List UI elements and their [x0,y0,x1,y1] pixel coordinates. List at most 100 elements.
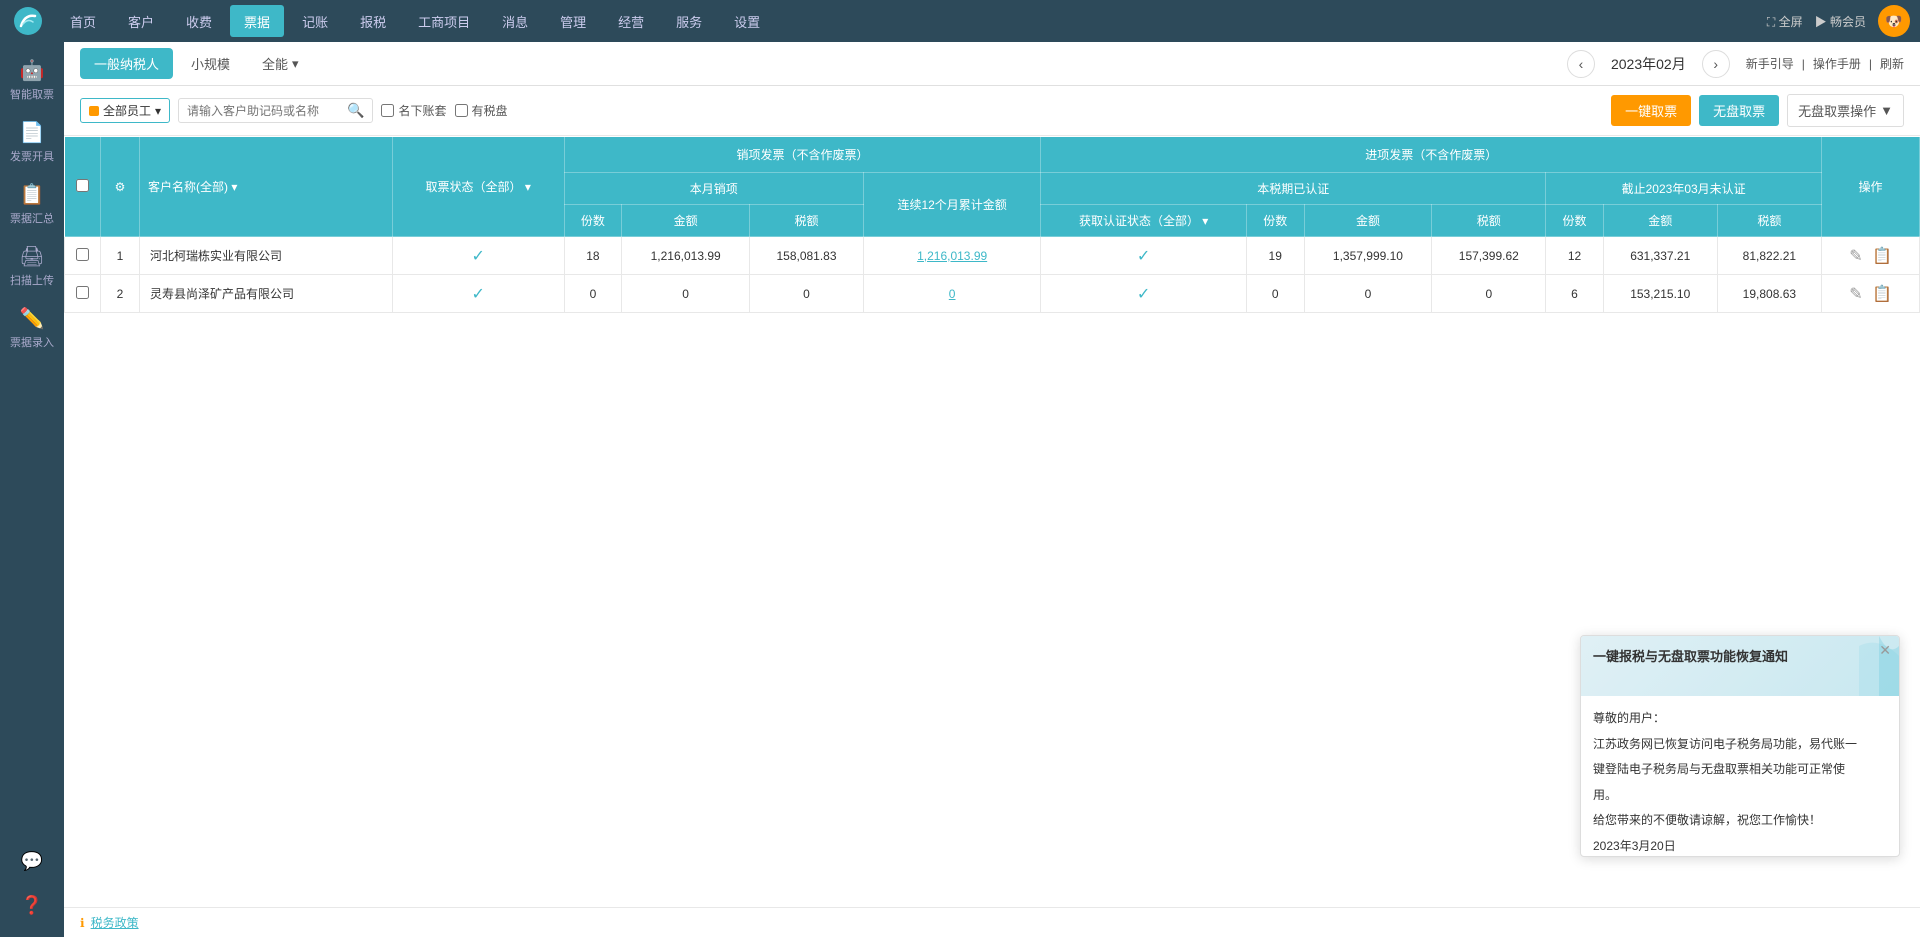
notification-close-btn[interactable]: ✕ [1879,642,1891,659]
row-unconfirm-count-0: 12 [1546,237,1604,275]
row-purchase-tax-1: 0 [1432,275,1546,313]
tax-policy-link[interactable]: 税务政策 [91,914,139,931]
row-checkbox-1[interactable] [65,275,101,313]
table-row: 2 灵寿县尚泽矿产品有限公司 ✓ 0 0 0 0 ✓ 0 0 0 6 153,2… [65,275,1920,313]
manual-btn[interactable]: 操作手册 [1813,55,1861,72]
status-info-icon: ℹ [80,916,85,930]
all-ability-dropdown-icon: ▾ [292,56,299,72]
view-icon-0[interactable]: 📋 [1872,248,1892,265]
nav-message[interactable]: 消息 [488,5,542,37]
notification-header: ✕ 一键报税与无盘取票功能恢复通知 [1581,636,1899,696]
row-num-0: 1 [101,237,140,275]
th-unconfirm-tax: 税额 [1717,205,1821,237]
th-purchase-amount: 金额 [1304,205,1432,237]
member-btn[interactable]: ▶ 畅会员 [1815,13,1866,30]
cancel-filter-icon[interactable]: ▾ [525,180,531,194]
scan-upload-icon: 🖨 [8,244,56,269]
refresh-btn[interactable]: 刷新 [1880,55,1904,72]
sidebar-item-ticket-entry[interactable]: ✏️ 票据录入 [4,298,60,358]
ticket-entry-icon: ✏️ [8,306,56,331]
sidebar-item-smart-ticket[interactable]: 🤖 智能取票 [4,50,60,110]
row-confirm-status-0: ✓ [1041,237,1247,275]
nav-tax[interactable]: 报税 [346,5,400,37]
search-icon[interactable]: 🔍 [347,102,364,119]
user-avatar[interactable]: 🐶 [1878,5,1910,37]
row-sales-amount-1: 0 [622,275,750,313]
row-sales-count-0: 18 [564,237,622,275]
confirm-filter-icon[interactable]: ▾ [1202,214,1208,228]
th-period-confirm: 本税期已认证 [1041,173,1546,205]
nav-ticket[interactable]: 票据 [230,5,284,37]
tab-small-scale[interactable]: 小规模 [177,48,244,79]
sidebar-item-ticket-summary[interactable]: 📋 票据汇总 [4,174,60,234]
notification-popup: ✕ 一键报税与无盘取票功能恢复通知 尊敬的用户： 江苏政务网已恢复访问电子税务局… [1580,635,1900,857]
customer-filter-icon[interactable]: ▾ [231,180,237,194]
nav-customer[interactable]: 客户 [114,5,168,37]
sidebar-help-btn[interactable]: ❓ [12,885,52,925]
row-checkbox-0[interactable] [65,237,101,275]
row-sales-amount-0: 1,216,013.99 [622,237,750,275]
sidebar-chat-btn[interactable]: 💬 [12,841,52,881]
notification-body: 尊敬的用户： 江苏政务网已恢复访问电子税务局功能，易代账一键登陆电子税务局与无盘… [1581,696,1899,856]
nav-home[interactable]: 首页 [56,5,110,37]
row-cancel-status-0: ✓ [392,237,564,275]
th-customer: 客户名称(全部) ▾ [139,137,392,237]
customer-search-input[interactable] [187,104,347,118]
tab-general-taxpayer[interactable]: 一般纳税人 [80,48,173,79]
ticket-summary-icon: 📋 [8,182,56,207]
period-next-btn[interactable]: › [1702,50,1730,78]
sidebar-item-scan-upload[interactable]: 🖨 扫描上传 [4,236,60,296]
has-tax-disk-check[interactable] [455,104,468,117]
row-actions-0: ✎ 📋 [1822,237,1920,275]
under-account-check[interactable] [381,104,394,117]
row-actions-1: ✎ 📋 [1822,275,1920,313]
dropdown-arrow-icon: ▼ [1880,103,1893,118]
wupan-ticket-btn[interactable]: 无盘取票 [1699,95,1779,126]
row-confirm-status-1: ✓ [1041,275,1247,313]
th-unconfirm-amount: 金额 [1603,205,1717,237]
fullscreen-btn[interactable]: ⛶ 全屏 [1767,13,1803,30]
row-num-1: 2 [101,275,140,313]
sidebar-item-invoice-create[interactable]: 📄 发票开具 [4,112,60,172]
row-purchase-count-1: 0 [1246,275,1304,313]
table-row: 1 河北柯瑞栋实业有限公司 ✓ 18 1,216,013.99 158,081.… [65,237,1920,275]
wupan-ops-btn[interactable]: 无盘取票操作 ▼ [1787,94,1904,127]
yijian-ticket-btn[interactable]: 一键取票 [1611,95,1691,126]
main-table: ⚙ 客户名称(全部) ▾ 取票状态（全部） ▾ 销项发票（不含作废票） 进项发票… [64,136,1920,313]
th-group-sales: 销项发票（不含作废票） [564,137,1041,173]
th-purchase-tax: 税额 [1432,205,1546,237]
period-prev-btn[interactable]: ‹ [1567,50,1595,78]
employee-select-dropdown[interactable]: 全部员工 ▾ [80,98,170,123]
nav-manage[interactable]: 管理 [546,5,600,37]
toolbar: 全部员工 ▾ 🔍 名下账套 有税盘 一键取票 无盘取票 无盘取票操作 ▼ [64,86,1920,136]
row-customer-0: 河北柯瑞栋实业有限公司 [139,237,392,275]
top-right-actions: ⛶ 全屏 ▶ 畅会员 🐶 [1767,5,1910,37]
nav-accounting[interactable]: 记账 [288,5,342,37]
row-purchase-amount-1: 0 [1304,275,1432,313]
row-unconfirm-count-1: 6 [1546,275,1604,313]
row-purchase-tax-0: 157,399.62 [1432,237,1546,275]
toolbar-right: 一键取票 无盘取票 无盘取票操作 ▼ [1611,94,1904,127]
guide-btn[interactable]: 新手引导 [1746,55,1794,72]
has-tax-disk-checkbox[interactable]: 有税盘 [455,102,508,119]
row-cancel-status-1: ✓ [392,275,564,313]
th-sales-amount: 金额 [622,205,750,237]
notif-line: 键登陆电子税务局与无盘取票相关功能可正常使 [1593,759,1887,781]
bottom-status-bar: ℹ 税务政策 [64,907,1920,937]
edit-icon-1[interactable]: ✎ [1849,286,1862,303]
view-icon-1[interactable]: 📋 [1872,286,1892,303]
employee-dot [89,106,99,116]
nav-business[interactable]: 工商项目 [404,5,484,37]
nav-fee[interactable]: 收费 [172,5,226,37]
select-all-checkbox[interactable] [76,179,89,192]
edit-icon-0[interactable]: ✎ [1849,248,1862,265]
row-cumul-amount-1: 0 [863,275,1040,313]
under-account-checkbox[interactable]: 名下账套 [381,102,446,119]
nav-operation[interactable]: 经营 [604,5,658,37]
nav-settings[interactable]: 设置 [720,5,774,37]
sub-tabs-actions: 新手引导 | 操作手册 | 刷新 [1746,55,1904,72]
nav-service[interactable]: 服务 [662,5,716,37]
tab-all-ability[interactable]: 全能 ▾ [248,48,313,79]
row-unconfirm-tax-0: 81,822.21 [1717,237,1821,275]
invoice-create-icon: 📄 [8,120,56,145]
